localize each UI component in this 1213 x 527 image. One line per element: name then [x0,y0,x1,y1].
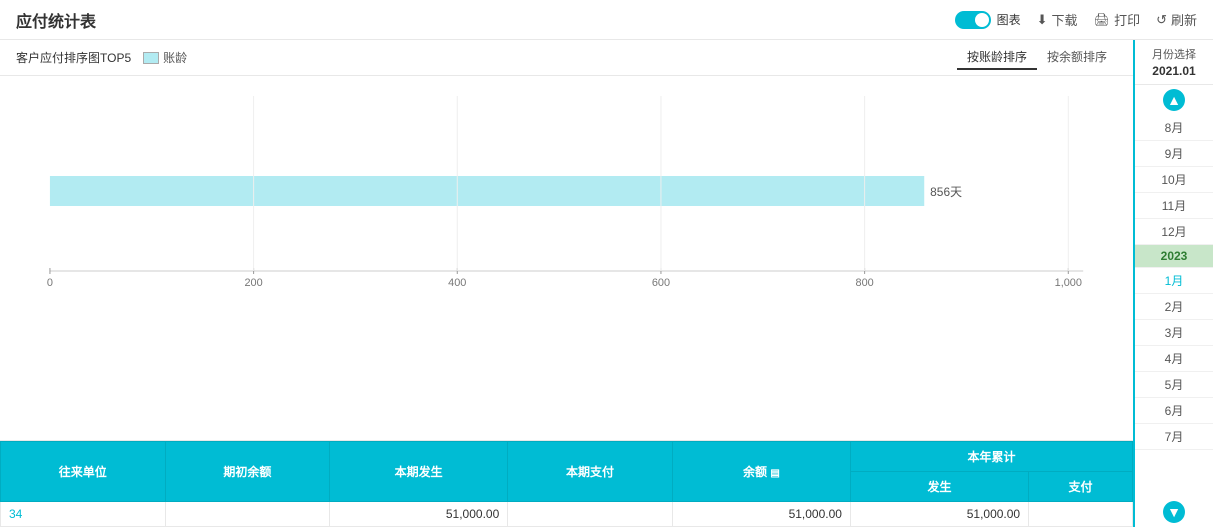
chart-toggle-wrap: 图表 [955,11,1021,29]
sidebar-month-item[interactable]: 12月 [1135,219,1213,245]
main-content: 客户应付排序图TOP5 账龄 按账龄排序 按余额排序 34 [0,40,1213,527]
year-pay-cell [1029,502,1133,527]
sort-by-age-button[interactable]: 按账龄排序 [957,45,1037,70]
svg-text:1,000: 1,000 [1055,277,1082,289]
svg-text:600: 600 [652,277,670,289]
year-occur-cell: 51,000.00 [850,502,1028,527]
bar-chart: 34 856天 0 200 400 600 [40,86,1113,306]
refresh-icon: ↺ [1156,12,1167,28]
svg-text:200: 200 [244,277,262,289]
sidebar-month-item[interactable]: 2月 [1135,294,1213,320]
download-icon: ⬇ [1037,12,1048,28]
unit-cell[interactable]: 34 [1,502,166,527]
chart-legend-title: 客户应付排序图TOP5 [16,49,131,66]
svg-text:0: 0 [47,277,53,289]
th-unit: 往来单位 [1,442,166,502]
sidebar-month-item[interactable]: 10月 [1135,167,1213,193]
th-balance: 余额 ▤ [672,442,850,502]
data-table: 往来单位 期初余额 本期发生 本期支付 余额 ▤ 本年累计 发生 [0,441,1133,527]
table-row: 34 51,000.00 51,000.00 51,000.00 [1,502,1133,527]
print-icon: 🖨 [1094,12,1111,28]
chart-toggle-label: 图表 [997,11,1021,28]
sidebar-month-item[interactable]: 5月 [1135,372,1213,398]
down-arrow-icon: ▼ [1163,501,1185,523]
th-year-pay: 支付 [1029,472,1133,502]
chart-toggle[interactable] [955,11,991,29]
right-sidebar: 月份选择 2021.01 ▲ 8月9月10月11月12月20231月2月3月4月… [1133,40,1213,527]
app-container: 应付统计表 图表 ⬇ 下载 🖨 打印 ↺ 刷新 [0,0,1213,527]
sort-by-balance-button[interactable]: 按余额排序 [1037,45,1117,70]
sidebar-month-item[interactable]: 9月 [1135,141,1213,167]
chart-controls: 客户应付排序图TOP5 账龄 按账龄排序 按余额排序 [0,40,1133,76]
chart-container: 34 856天 0 200 400 600 [0,76,1133,440]
current-occur-cell: 51,000.00 [330,502,508,527]
opening-cell [165,502,330,527]
svg-text:400: 400 [448,277,466,289]
chart-area: 客户应付排序图TOP5 账龄 按账龄排序 按余额排序 34 [0,40,1133,527]
header-actions: 图表 ⬇ 下载 🖨 打印 ↺ 刷新 [955,10,1197,29]
print-button[interactable]: 🖨 打印 [1094,10,1141,29]
chart-bar [50,176,924,206]
current-pay-cell [508,502,673,527]
th-opening: 期初余额 [165,442,330,502]
refresh-button[interactable]: ↺ 刷新 [1156,10,1197,29]
sidebar-month-item[interactable]: 2023 [1135,245,1213,268]
legend-label: 账龄 [163,49,187,66]
sidebar-month-list: 8月9月10月11月12月20231月2月3月4月5月6月7月 [1135,115,1213,497]
sidebar-month-item[interactable]: 8月 [1135,115,1213,141]
sidebar-year-label: 月份选择 [1139,46,1209,64]
sidebar-month-item[interactable]: 6月 [1135,398,1213,424]
up-arrow-icon: ▲ [1163,89,1185,111]
header: 应付统计表 图表 ⬇ 下载 🖨 打印 ↺ 刷新 [0,0,1213,40]
sidebar-month-item[interactable]: 4月 [1135,346,1213,372]
th-year-occur: 发生 [850,472,1028,502]
th-current-pay: 本期支付 [508,442,673,502]
svg-text:800: 800 [856,277,874,289]
sidebar-month-item[interactable]: 11月 [1135,193,1213,219]
page-title: 应付统计表 [16,8,96,32]
legend-item-age: 账龄 [143,49,187,66]
chart-legend: 客户应付排序图TOP5 账龄 [16,49,187,66]
sidebar-month-item[interactable]: 7月 [1135,424,1213,450]
table-area: 往来单位 期初余额 本期发生 本期支付 余额 ▤ 本年累计 发生 [0,440,1133,527]
svg-text:856天: 856天 [930,185,962,199]
sidebar-month-item[interactable]: 1月 [1135,268,1213,294]
sidebar-header: 月份选择 2021.01 [1135,40,1213,85]
sidebar-month-item[interactable]: 3月 [1135,320,1213,346]
sort-buttons: 按账龄排序 按余额排序 [957,45,1117,70]
th-year-total: 本年累计 [850,442,1132,472]
download-button[interactable]: ⬇ 下载 [1037,10,1078,29]
sidebar-up-arrow[interactable]: ▲ [1135,85,1213,115]
th-current-occur: 本期发生 [330,442,508,502]
sidebar-down-arrow[interactable]: ▼ [1135,497,1213,527]
legend-box [143,52,159,64]
sidebar-date-value: 2021.01 [1139,64,1209,78]
balance-cell: 51,000.00 [672,502,850,527]
